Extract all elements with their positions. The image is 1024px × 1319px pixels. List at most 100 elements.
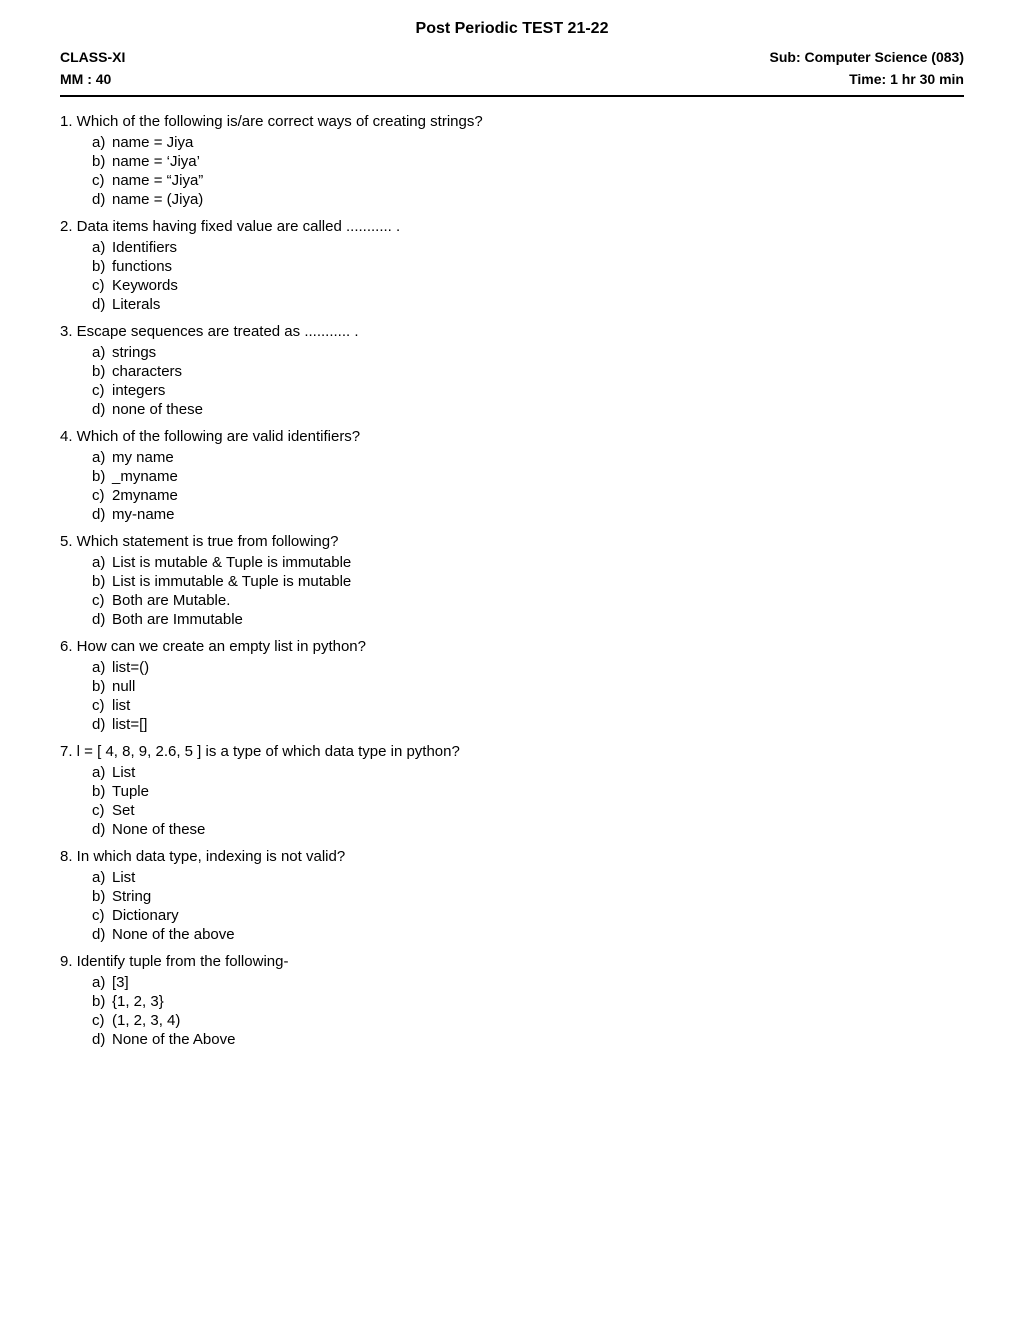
option-text: Identifiers: [112, 239, 177, 256]
option-label: c): [92, 802, 112, 819]
question-7-options: a)Listb)Tuplec)Setd)None of these: [92, 764, 964, 838]
option-item: b){1, 2, 3}: [92, 993, 964, 1010]
question-item: 5. Which statement is true from followin…: [60, 533, 964, 628]
question-item: 8. In which data type, indexing is not v…: [60, 848, 964, 943]
header-right: Sub: Computer Science (083) Time: 1 hr 3…: [770, 46, 965, 91]
option-text: Dictionary: [112, 907, 179, 924]
question-6-options: a)list=()b)nullc)listd)list=[]: [92, 659, 964, 733]
option-text: name = Jiya: [112, 134, 193, 151]
question-8-options: a)Listb)Stringc)Dictionaryd)None of the …: [92, 869, 964, 943]
option-item: b)Tuple: [92, 783, 964, 800]
option-text: (1, 2, 3, 4): [112, 1012, 180, 1029]
question-1-options: a)name = Jiyab)name = ‘Jiya’c)name = “Ji…: [92, 134, 964, 208]
question-item: 4. Which of the following are valid iden…: [60, 428, 964, 523]
option-text: None of the Above: [112, 1031, 235, 1048]
header-left: CLASS-XI MM : 40: [60, 46, 125, 91]
option-text: List: [112, 764, 135, 781]
option-label: d): [92, 926, 112, 943]
option-item: b)functions: [92, 258, 964, 275]
option-label: c): [92, 277, 112, 294]
header-divider: [60, 95, 964, 97]
option-label: c): [92, 487, 112, 504]
option-text: {1, 2, 3}: [112, 993, 164, 1010]
question-item: 1. Which of the following is/are correct…: [60, 113, 964, 208]
option-item: b)name = ‘Jiya’: [92, 153, 964, 170]
question-2-options: a)Identifiersb)functionsc)Keywordsd)Lite…: [92, 239, 964, 313]
option-label: b): [92, 678, 112, 695]
option-item: a)my name: [92, 449, 964, 466]
option-text: strings: [112, 344, 156, 361]
option-text: [3]: [112, 974, 129, 991]
option-text: characters: [112, 363, 182, 380]
option-text: Both are Immutable: [112, 611, 243, 628]
option-item: a)name = Jiya: [92, 134, 964, 151]
option-text: Tuple: [112, 783, 149, 800]
option-item: c)Keywords: [92, 277, 964, 294]
question-7-text: 7. l = [ 4, 8, 9, 2.6, 5 ] is a type of …: [60, 743, 964, 760]
option-label: c): [92, 1012, 112, 1029]
question-5-text: 5. Which statement is true from followin…: [60, 533, 964, 550]
question-item: 6. How can we create an empty list in py…: [60, 638, 964, 733]
option-text: None of the above: [112, 926, 235, 943]
option-text: name = ‘Jiya’: [112, 153, 200, 170]
page-title: Post Periodic TEST 21-22: [60, 20, 964, 38]
question-1-text: 1. Which of the following is/are correct…: [60, 113, 964, 130]
option-text: name = “Jiya”: [112, 172, 203, 189]
option-item: b)String: [92, 888, 964, 905]
option-label: a): [92, 134, 112, 151]
option-text: Set: [112, 802, 135, 819]
option-label: d): [92, 506, 112, 523]
option-label: d): [92, 821, 112, 838]
option-item: b)List is immutable & Tuple is mutable: [92, 573, 964, 590]
question-8-text: 8. In which data type, indexing is not v…: [60, 848, 964, 865]
option-text: list: [112, 697, 130, 714]
option-text: integers: [112, 382, 165, 399]
option-text: List: [112, 869, 135, 886]
option-item: c)Dictionary: [92, 907, 964, 924]
option-item: b)characters: [92, 363, 964, 380]
questions-list: 1. Which of the following is/are correct…: [60, 113, 964, 1048]
question-item: 9. Identify tuple from the following-a)[…: [60, 953, 964, 1048]
option-item: a)[3]: [92, 974, 964, 991]
option-label: d): [92, 611, 112, 628]
option-label: d): [92, 716, 112, 733]
question-4-options: a)my nameb)_mynamec)2mynamed)my-name: [92, 449, 964, 523]
option-label: d): [92, 401, 112, 418]
option-label: a): [92, 344, 112, 361]
question-4-text: 4. Which of the following are valid iden…: [60, 428, 964, 445]
option-label: c): [92, 172, 112, 189]
option-label: a): [92, 764, 112, 781]
option-item: c)2myname: [92, 487, 964, 504]
option-text: none of these: [112, 401, 203, 418]
option-item: c)integers: [92, 382, 964, 399]
option-item: d)None of these: [92, 821, 964, 838]
option-label: d): [92, 191, 112, 208]
option-item: d)none of these: [92, 401, 964, 418]
option-text: Both are Mutable.: [112, 592, 230, 609]
option-label: b): [92, 258, 112, 275]
option-item: b)_myname: [92, 468, 964, 485]
option-item: c)list: [92, 697, 964, 714]
option-text: Keywords: [112, 277, 178, 294]
option-item: b)null: [92, 678, 964, 695]
question-9-options: a)[3]b){1, 2, 3}c)(1, 2, 3, 4)d)None of …: [92, 974, 964, 1048]
option-item: d)Literals: [92, 296, 964, 313]
option-label: a): [92, 449, 112, 466]
option-text: String: [112, 888, 151, 905]
option-text: list=(): [112, 659, 149, 676]
option-text: List is mutable & Tuple is immutable: [112, 554, 351, 571]
option-text: Literals: [112, 296, 160, 313]
option-label: b): [92, 153, 112, 170]
option-text: 2myname: [112, 487, 178, 504]
option-item: a)strings: [92, 344, 964, 361]
option-item: c)name = “Jiya”: [92, 172, 964, 189]
option-item: a)List: [92, 764, 964, 781]
option-label: b): [92, 573, 112, 590]
time-label: Time: 1 hr 30 min: [770, 68, 965, 90]
option-label: b): [92, 783, 112, 800]
option-label: d): [92, 1031, 112, 1048]
option-label: b): [92, 993, 112, 1010]
question-6-text: 6. How can we create an empty list in py…: [60, 638, 964, 655]
option-label: a): [92, 554, 112, 571]
option-item: d)None of the Above: [92, 1031, 964, 1048]
